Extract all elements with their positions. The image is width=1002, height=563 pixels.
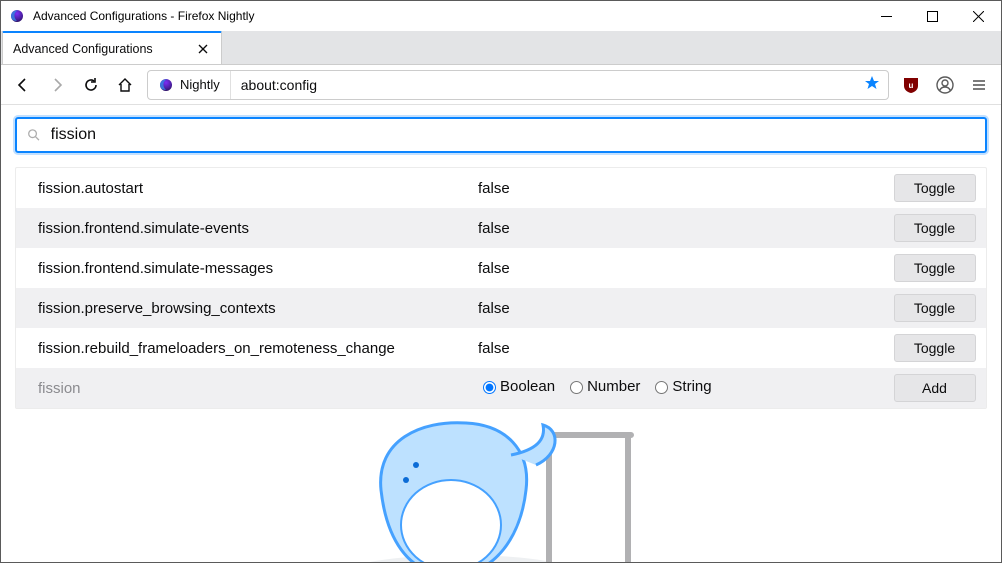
minimize-button[interactable] <box>863 1 909 31</box>
type-radio-number[interactable]: Number <box>565 378 640 395</box>
pref-name: fission.frontend.simulate-events <box>38 220 478 237</box>
tabstrip: Advanced Configurations <box>1 31 1001 65</box>
pref-value: false <box>478 220 891 237</box>
config-search-box[interactable] <box>15 117 987 153</box>
new-pref-type-selector: Boolean Number String <box>478 378 891 399</box>
pref-name: fission.autostart <box>38 180 478 197</box>
new-pref-row: fissionBoolean Number String Add <box>16 368 986 408</box>
pref-name: fission.preserve_browsing_contexts <box>38 300 478 317</box>
nav-toolbar: Nightly about:config u <box>1 65 1001 105</box>
toggle-button[interactable]: Toggle <box>894 254 976 282</box>
pref-name: fission.rebuild_frameloaders_on_remotene… <box>38 340 478 357</box>
menu-icon[interactable] <box>963 70 995 100</box>
pref-name: fission.frontend.simulate-messages <box>38 260 478 277</box>
config-search-input[interactable] <box>49 125 975 145</box>
bookmark-star-icon[interactable] <box>864 75 880 94</box>
new-pref-name: fission <box>38 380 478 397</box>
pref-value: false <box>478 300 891 317</box>
pref-row: fission.autostartfalseToggle <box>16 168 986 208</box>
back-button[interactable] <box>7 70 39 100</box>
toggle-button[interactable]: Toggle <box>894 334 976 362</box>
prefs-table: fission.autostartfalseTogglefission.fron… <box>15 167 987 409</box>
close-window-button[interactable] <box>955 1 1001 31</box>
reload-button[interactable] <box>75 70 107 100</box>
toggle-button[interactable]: Toggle <box>894 294 976 322</box>
svg-text:u: u <box>909 81 914 90</box>
firefox-nightly-icon <box>9 8 25 24</box>
content-area: fission.autostartfalseTogglefission.fron… <box>1 105 1001 562</box>
window-title: Advanced Configurations - Firefox Nightl… <box>33 9 863 23</box>
identity-box[interactable]: Nightly <box>148 71 231 99</box>
background-illustration <box>1 395 1001 562</box>
url-text: about:config <box>231 77 864 93</box>
type-radio-boolean[interactable]: Boolean <box>478 378 555 395</box>
pref-value: false <box>478 340 891 357</box>
maximize-button[interactable] <box>909 1 955 31</box>
pref-value: false <box>478 180 891 197</box>
pref-row: fission.frontend.simulate-eventsfalseTog… <box>16 208 986 248</box>
pref-row: fission.rebuild_frameloaders_on_remotene… <box>16 328 986 368</box>
titlebar: Advanced Configurations - Firefox Nightl… <box>1 1 1001 31</box>
tab-active[interactable]: Advanced Configurations <box>2 31 222 64</box>
tab-close-icon[interactable] <box>195 41 211 57</box>
toggle-button[interactable]: Toggle <box>894 214 976 242</box>
forward-button[interactable] <box>41 70 73 100</box>
pref-row: fission.frontend.simulate-messagesfalseT… <box>16 248 986 288</box>
firefox-nightly-icon <box>158 77 174 93</box>
pref-value: false <box>478 260 891 277</box>
home-button[interactable] <box>109 70 141 100</box>
account-icon[interactable] <box>929 70 961 100</box>
toggle-button[interactable]: Toggle <box>894 174 976 202</box>
type-radio-string[interactable]: String <box>650 378 711 395</box>
url-bar[interactable]: Nightly about:config <box>147 70 889 100</box>
search-icon <box>27 128 41 142</box>
add-button[interactable]: Add <box>894 374 976 402</box>
ublock-icon[interactable]: u <box>895 70 927 100</box>
pref-row: fission.preserve_browsing_contextsfalseT… <box>16 288 986 328</box>
identity-label: Nightly <box>180 77 220 92</box>
tab-title: Advanced Configurations <box>13 42 195 56</box>
